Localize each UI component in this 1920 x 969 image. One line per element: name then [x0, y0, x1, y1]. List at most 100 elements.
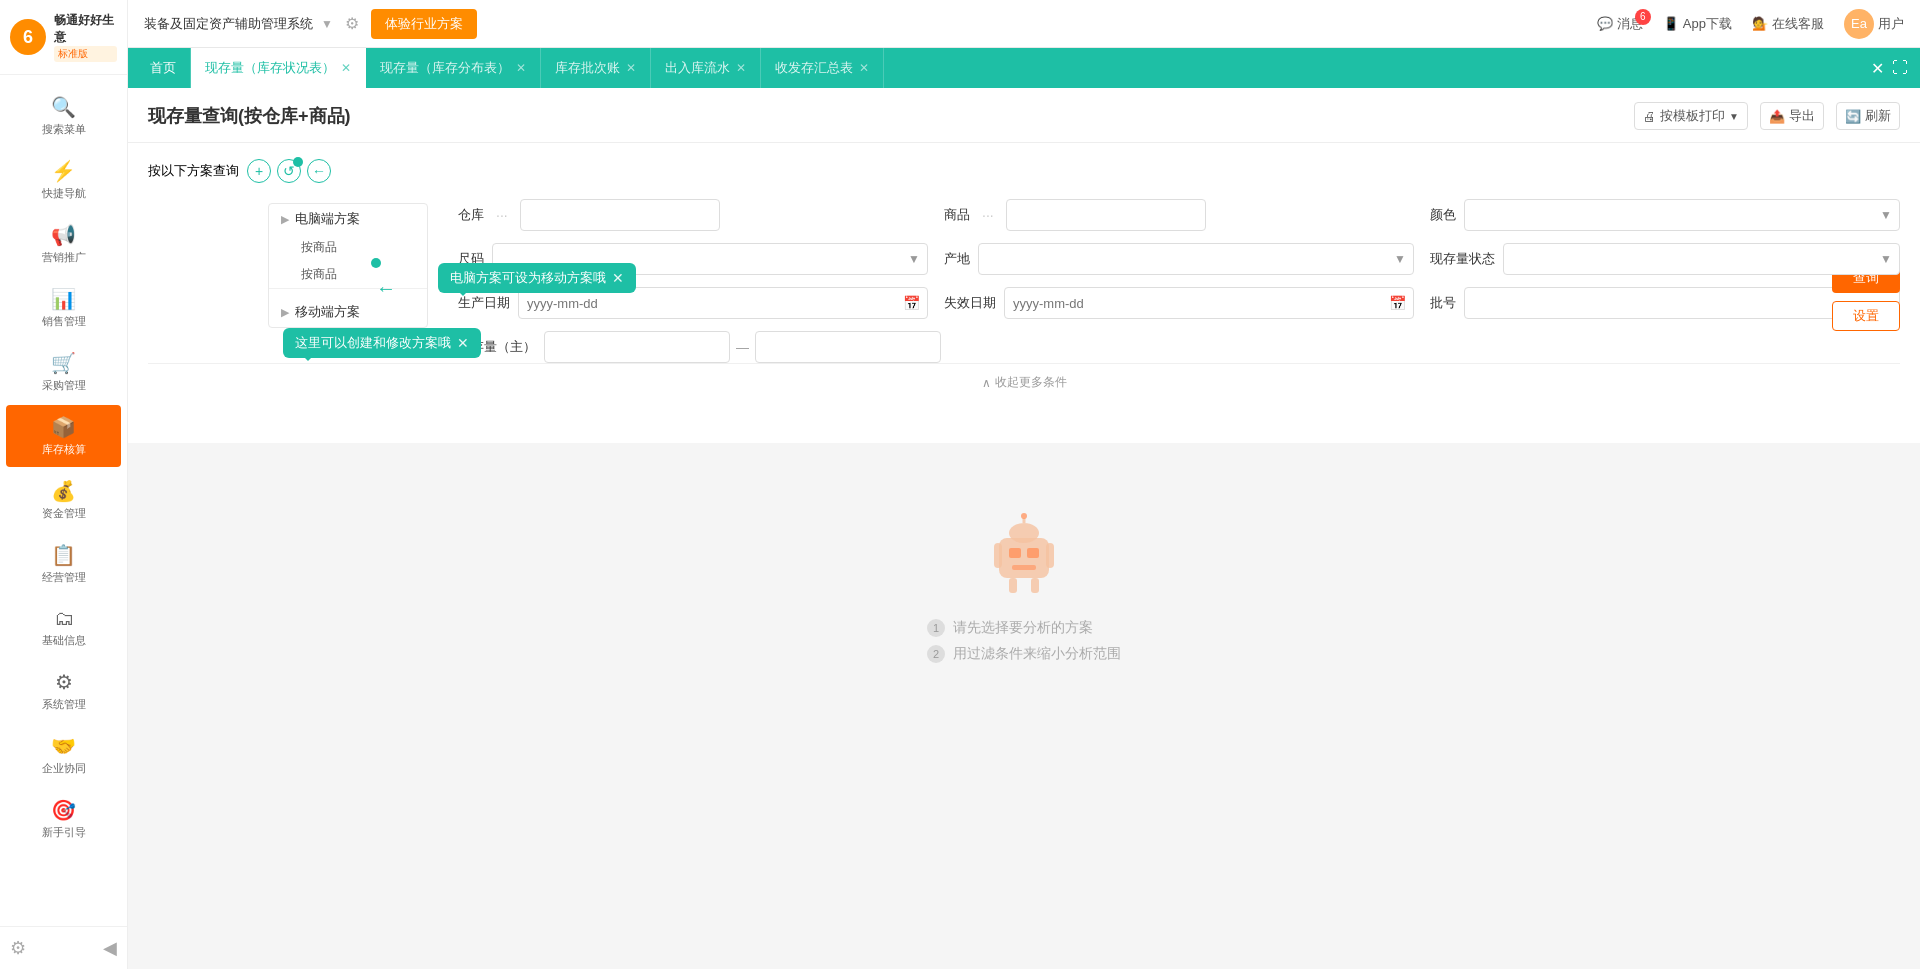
tab-receivables-close[interactable]: ✕ [859, 61, 869, 75]
sidebar-item-inventory[interactable]: 📦 库存核算 [6, 405, 121, 467]
notification-badge: 6 [1635, 9, 1651, 25]
exp-date-field: 失效日期 📅 [944, 287, 1414, 319]
tab-home[interactable]: 首页 [136, 48, 191, 88]
app-download-label: App下载 [1683, 15, 1732, 33]
topbar: 装备及固定资产辅助管理系统 ▼ ⚙ 体验行业方案 💬 消息 6 📱 App下载 … [128, 0, 1920, 48]
reset-btn[interactable]: 设置 [1832, 301, 1900, 331]
collapse-bar[interactable]: ∧ 收起更多条件 [148, 363, 1900, 401]
prod-date-calendar-icon[interactable]: 📅 [903, 295, 920, 311]
stock-qty-min-input[interactable] [544, 331, 730, 363]
warehouse-dots: ··· [492, 207, 512, 223]
exp-date-input[interactable] [1004, 287, 1414, 319]
guide-nav-icon: 🎯 [51, 798, 76, 822]
back-scheme-btn[interactable]: ← [307, 159, 331, 183]
user-item[interactable]: Ea 用户 [1844, 9, 1904, 39]
goods-input[interactable] [1006, 199, 1206, 231]
empty-hint-2-label: 用过滤条件来缩小分析范围 [953, 645, 1121, 663]
sidebar-item-enterprise[interactable]: 🤝 企业协同 [6, 724, 121, 786]
sidebar-item-search[interactable]: 🔍 搜索菜单 [6, 85, 121, 147]
desktop-scheme-item[interactable]: ▶ 电脑端方案 [269, 204, 427, 234]
scheme-sub-item-2[interactable]: 按商品 [293, 261, 427, 288]
tabs-fullscreen-icon[interactable]: ⛶ [1892, 59, 1908, 77]
sidebar-item-search-label: 搜索菜单 [42, 122, 86, 137]
tab-inout-flow-close[interactable]: ✕ [736, 61, 746, 75]
tab-inventory-status[interactable]: 现存量（库存状况表） ✕ [191, 48, 366, 88]
settings-bottom-icon[interactable]: ⚙ [10, 937, 26, 959]
tooltip1-close[interactable]: ✕ [612, 270, 624, 286]
refresh-scheme-btn[interactable]: ↺ [277, 159, 301, 183]
sidebar-item-quick[interactable]: ⚡ 快捷导航 [6, 149, 121, 211]
empty-illustration [974, 503, 1074, 603]
inventory-nav-icon: 📦 [51, 415, 76, 439]
notification-item[interactable]: 💬 消息 6 [1597, 15, 1643, 33]
empty-state: 1 请先选择要分析的方案 2 用过滤条件来缩小分析范围 [128, 443, 1920, 723]
highlight-dot [293, 157, 303, 167]
export-btn[interactable]: 📤 导出 [1760, 102, 1824, 130]
sidebar-nav: 🔍 搜索菜单 ⚡ 快捷导航 📢 营销推广 📊 销售管理 🛒 采购管理 📦 库存核… [0, 75, 127, 926]
tab-inout-flow[interactable]: 出入库流水 ✕ [651, 48, 761, 88]
origin-select-wrapper: ▼ [978, 243, 1414, 275]
tab-inventory-status-close[interactable]: ✕ [341, 61, 351, 75]
marketing-nav-icon: 📢 [51, 223, 76, 247]
topbar-gear-icon[interactable]: ⚙ [345, 14, 359, 33]
stock-status-select[interactable] [1503, 243, 1900, 275]
support-item[interactable]: 💁 在线客服 [1752, 15, 1824, 33]
sidebar-item-guide[interactable]: 🎯 新手引导 [6, 788, 121, 850]
system-nav-icon: ⚙ [55, 670, 73, 694]
print-dropdown-arrow: ▼ [1729, 111, 1739, 122]
stock-qty-max-input[interactable] [755, 331, 941, 363]
exp-date-calendar-icon[interactable]: 📅 [1389, 295, 1406, 311]
logo-badge: 标准版 [54, 46, 117, 62]
tab-inventory-dist[interactable]: 现存量（库存分布表） ✕ [366, 48, 541, 88]
stock-qty-range: — [544, 331, 941, 363]
sidebar-item-marketing[interactable]: 📢 营销推广 [6, 213, 121, 275]
tooltip2-close[interactable]: ✕ [457, 335, 469, 351]
warehouse-input[interactable] [520, 199, 720, 231]
trial-btn[interactable]: 体验行业方案 [371, 9, 477, 39]
color-label: 颜色 [1430, 206, 1456, 224]
tab-batch-account[interactable]: 库存批次账 ✕ [541, 48, 651, 88]
sidebar-item-quick-label: 快捷导航 [42, 186, 86, 201]
sidebar-item-sales[interactable]: 📊 销售管理 [6, 277, 121, 339]
sidebar-item-system[interactable]: ⚙ 系统管理 [6, 660, 121, 722]
exp-date-label: 失效日期 [944, 294, 996, 312]
color-select[interactable] [1464, 199, 1900, 231]
sidebar-item-purchase-label: 采购管理 [42, 378, 86, 393]
arrow-indicator: ← [376, 277, 396, 300]
mobile-scheme-expand-arrow: ▶ [281, 306, 289, 319]
tab-batch-account-label: 库存批次账 [555, 59, 620, 77]
refresh-btn[interactable]: 🔄 刷新 [1836, 102, 1900, 130]
sidebar: 6 畅通好好生意 标准版 🔍 搜索菜单 ⚡ 快捷导航 📢 营销推广 📊 销售管理… [0, 0, 128, 969]
tab-home-label: 首页 [150, 59, 176, 77]
exp-date-wrapper: 📅 [1004, 287, 1414, 319]
tabs-close-all-icon[interactable]: ✕ [1871, 59, 1884, 78]
sidebar-item-basic[interactable]: 🗂 基础信息 [6, 597, 121, 658]
topbar-right: 💬 消息 6 📱 App下载 💁 在线客服 Ea 用户 [1597, 9, 1904, 39]
add-scheme-btn[interactable]: + [247, 159, 271, 183]
collapse-sidebar-icon[interactable]: ◀ [103, 937, 117, 959]
goods-dots: ··· [978, 207, 998, 223]
topbar-system: 装备及固定资产辅助管理系统 ▼ [144, 15, 333, 33]
svg-rect-4 [994, 543, 1002, 568]
tab-inout-flow-label: 出入库流水 [665, 59, 730, 77]
refresh-icon: 🔄 [1845, 109, 1861, 124]
mobile-scheme-item[interactable]: ▶ 移动端方案 [269, 297, 427, 327]
print-template-btn[interactable]: 🖨 按模板打印 ▼ [1634, 102, 1748, 130]
goods-label: 商品 [944, 206, 970, 224]
origin-label: 产地 [944, 250, 970, 268]
search-nav-icon: 🔍 [51, 95, 76, 119]
filter-label: 按以下方案查询 [148, 162, 239, 180]
tab-inventory-dist-close[interactable]: ✕ [516, 61, 526, 75]
origin-select[interactable] [978, 243, 1414, 275]
scheme-sub-item-1[interactable]: 按商品 [293, 234, 427, 261]
sidebar-item-operations[interactable]: 📋 经营管理 [6, 533, 121, 595]
refresh-circle-icon: ↺ [283, 163, 295, 179]
main-area: 装备及固定资产辅助管理系统 ▼ ⚙ 体验行业方案 💬 消息 6 📱 App下载 … [128, 0, 1920, 969]
tab-batch-account-close[interactable]: ✕ [626, 61, 636, 75]
sidebar-item-purchase[interactable]: 🛒 采购管理 [6, 341, 121, 403]
tab-receivables-label: 收发存汇总表 [775, 59, 853, 77]
empty-num-2: 2 [927, 645, 945, 663]
app-download-item[interactable]: 📱 App下载 [1663, 15, 1732, 33]
tab-receivables[interactable]: 收发存汇总表 ✕ [761, 48, 884, 88]
sidebar-item-finance[interactable]: 💰 资金管理 [6, 469, 121, 531]
